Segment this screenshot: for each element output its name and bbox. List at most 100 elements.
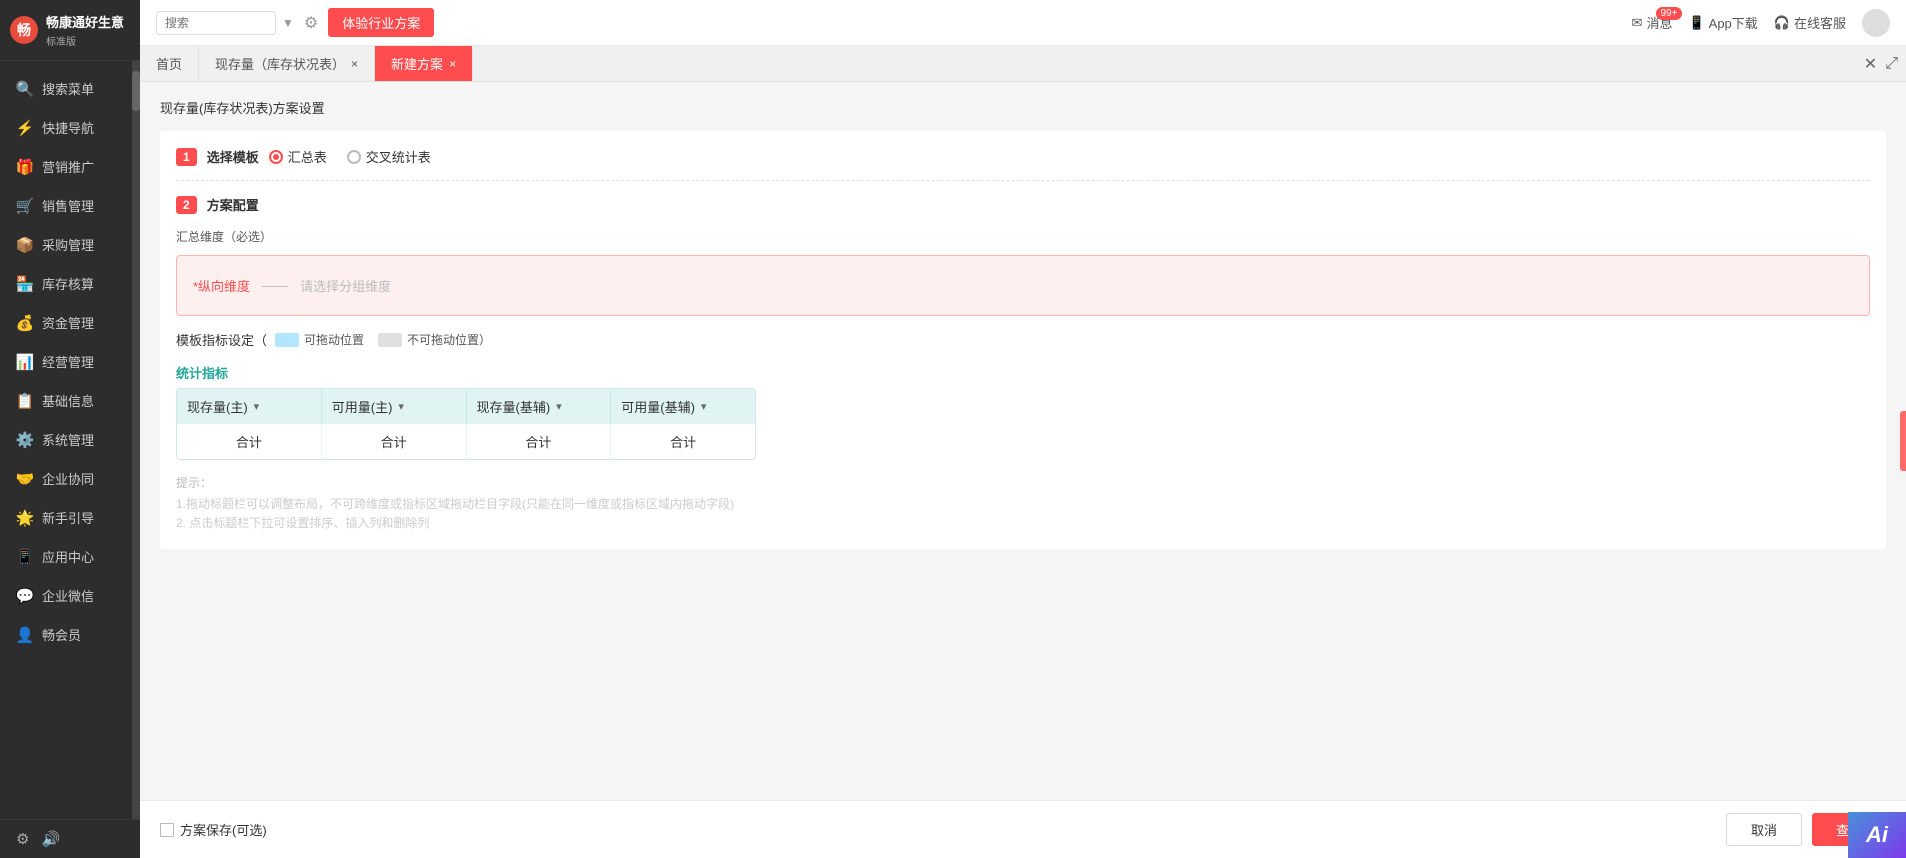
col-1-chevron-icon[interactable]: ▾	[398, 400, 404, 413]
sidebar-item-app-center[interactable]: 📱 应用中心	[0, 537, 132, 576]
money-icon: 💰	[16, 314, 34, 332]
step2-header: 2 方案配置	[176, 195, 1870, 214]
stats-table-body: 合计 合计 合计 合计	[177, 424, 755, 459]
sidebar-item-label: 资金管理	[42, 313, 94, 332]
sidebar-scrollbar[interactable]	[132, 61, 140, 819]
search-icon: 🔍	[16, 80, 34, 98]
cancel-button[interactable]: 取消	[1726, 813, 1802, 846]
tab-inventory-label: 现存量（库存状况表）	[215, 54, 345, 73]
sidebar-item-quick-nav[interactable]: ⚡ 快捷导航	[0, 108, 132, 147]
dimension-box[interactable]: *纵向维度 —— 请选择分组维度	[176, 255, 1870, 316]
tabbar: 首页 现存量（库存状况表） × 新建方案 × ✕ ⤢	[140, 46, 1906, 82]
tab-inventory-close-icon[interactable]: ×	[351, 57, 358, 71]
tab-new-plan-close-icon[interactable]: ×	[449, 57, 456, 71]
sidebar-item-purchase[interactable]: 📦 采购管理	[0, 225, 132, 264]
messages-btn[interactable]: ✉ 消息 99+	[1632, 13, 1673, 32]
save-option: 方案保存(可选)	[160, 820, 267, 839]
sidebar-item-enterprise[interactable]: 🤝 企业协同	[0, 459, 132, 498]
radio-summary-circle	[269, 150, 283, 164]
sidebar-item-operations[interactable]: 📊 经营管理	[0, 342, 132, 381]
radio-summary[interactable]: 汇总表	[269, 147, 327, 166]
radio-crosstab-circle	[347, 150, 361, 164]
template-radio-group: 汇总表 交叉统计表	[269, 147, 431, 166]
gift-icon: 🎁	[16, 158, 34, 176]
sidebar-item-label: 营销推广	[42, 157, 94, 176]
stats-table: 现存量(主) ▾ 可用量(主) ▾ 现存量(基辅) ▾ 可用量(基辅)	[176, 388, 756, 460]
sidebar-item-basic-info[interactable]: 📋 基础信息	[0, 381, 132, 420]
sidebar-item-label: 基础信息	[42, 391, 94, 410]
settings-bottom-icon[interactable]: ⚙	[16, 830, 29, 848]
tab-new-plan-label: 新建方案	[391, 54, 443, 73]
save-option-label: 方案保存(可选)	[180, 820, 267, 839]
sidebar-item-label: 销售管理	[42, 196, 94, 215]
sidebar-item-inventory[interactable]: 🏪 库存核算	[0, 264, 132, 303]
col-body-0: 合计	[177, 424, 322, 459]
nondraggable-box	[378, 333, 402, 347]
sidebar-item-wechat[interactable]: 💬 企业微信	[0, 576, 132, 615]
tip-item-1: 2. 点击标题栏下拉可设置排序、插入列和删除列	[176, 514, 1870, 531]
app-download-label: App下载	[1709, 13, 1758, 32]
chart-icon: 📊	[16, 353, 34, 371]
sidebar-item-finance[interactable]: 💰 资金管理	[0, 303, 132, 342]
gear-icon: ⚙️	[16, 431, 34, 449]
col-header-0[interactable]: 现存量(主) ▾	[177, 389, 322, 424]
tabbar-close-icon[interactable]: ✕	[1864, 54, 1877, 74]
col-header-2-label: 现存量(基辅)	[477, 397, 551, 416]
online-service-btn[interactable]: 🎧 在线客服	[1774, 13, 1846, 32]
tab-home[interactable]: 首页	[140, 46, 199, 81]
quick-nav-icon: ⚡	[16, 119, 34, 137]
topbar-gear-icon[interactable]: ⚙	[304, 13, 318, 33]
sidebar-item-search[interactable]: 🔍 搜索菜单	[0, 69, 132, 108]
app-download-btn[interactable]: 📱 App下载	[1688, 13, 1757, 32]
user-icon: 👤	[16, 626, 34, 644]
user-avatar[interactable]	[1862, 9, 1890, 37]
sidebar-item-label: 企业微信	[42, 586, 94, 605]
search-input[interactable]	[156, 11, 276, 35]
sidebar-scrollbar-thumb[interactable]	[132, 71, 140, 111]
headset-icon: 🎧	[1774, 15, 1790, 31]
sidebar-item-label: 库存核算	[42, 274, 94, 293]
legend-nondraggable-label: 不可拖动位置）	[407, 331, 491, 348]
tab-inventory[interactable]: 现存量（库存状况表） ×	[199, 46, 375, 81]
indicator-settings-label: 模板指标设定（ 可拖动位置 不可拖动位置）	[176, 330, 1870, 349]
sidebar-nav: 🔍 搜索菜单 ⚡ 快捷导航 🎁 营销推广 🛒 销售管理 📦 采购管理 🏪	[0, 61, 132, 819]
footer-bar: 方案保存(可选) 取消 查询	[140, 800, 1906, 858]
col-body-3: 合计	[611, 424, 755, 459]
step2-badge: 2	[176, 196, 197, 214]
chat-icon: 💬	[16, 587, 34, 605]
col-header-1-label: 可用量(主)	[332, 397, 393, 416]
sidebar-item-member[interactable]: 👤 畅会员	[0, 615, 132, 654]
sidebar-item-marketing[interactable]: 🎁 营销推广	[0, 147, 132, 186]
dimension-placeholder: 请选择分组维度	[300, 276, 391, 295]
col-0-chevron-icon[interactable]: ▾	[254, 400, 260, 413]
tabbar-expand-icon[interactable]: ⤢	[1885, 55, 1898, 73]
col-header-2[interactable]: 现存量(基辅) ▾	[467, 389, 612, 424]
trial-btn[interactable]: 体验行业方案	[328, 8, 434, 37]
col-3-chevron-icon[interactable]: ▾	[701, 400, 707, 413]
star-icon: 🌟	[16, 509, 34, 527]
stats-table-header: 现存量(主) ▾ 可用量(主) ▾ 现存量(基辅) ▾ 可用量(基辅)	[177, 389, 755, 424]
topbar: ▼ ⚙ 体验行业方案 ✉ 消息 99+ 📱 App下载 🎧 在线客服	[140, 0, 1906, 46]
save-checkbox[interactable]	[160, 823, 174, 837]
indicator-legend: 可拖动位置 不可拖动位置）	[275, 331, 491, 348]
online-service-label: 在线客服	[1794, 13, 1846, 32]
sound-icon[interactable]: 🔊	[41, 830, 60, 848]
sidebar: 畅 畅康通好生意 标准版 🔍 搜索菜单 ⚡ 快捷导航 🎁 营销推广 🛒 销	[0, 0, 140, 858]
radio-crosstab[interactable]: 交叉统计表	[347, 147, 431, 166]
search-chevron-icon[interactable]: ▼	[282, 16, 294, 30]
sidebar-item-system[interactable]: ⚙️ 系统管理	[0, 420, 132, 459]
sidebar-item-sales[interactable]: 🛒 销售管理	[0, 186, 132, 225]
sidebar-item-newbie[interactable]: 🌟 新手引导	[0, 498, 132, 537]
tab-new-plan[interactable]: 新建方案 ×	[375, 46, 473, 81]
ai-badge: Ai	[1848, 812, 1906, 858]
topbar-right: ✉ 消息 99+ 📱 App下载 🎧 在线客服	[1632, 9, 1890, 37]
col-2-chevron-icon[interactable]: ▾	[556, 400, 562, 413]
tip-item-0: 1.拖动标题栏可以调整布局，不可跨维度或指标区域拖动栏目字段(只能在同一维度或指…	[176, 495, 1870, 512]
col-header-1[interactable]: 可用量(主) ▾	[322, 389, 467, 424]
col-body-2: 合计	[467, 424, 612, 459]
draggable-box	[275, 333, 299, 347]
dimension-required-mark: *纵向维度	[193, 276, 250, 295]
download-icon: 📱	[1688, 15, 1704, 31]
step1-header: 1 选择模板 汇总表 交叉统计表	[176, 147, 1870, 166]
col-header-3[interactable]: 可用量(基辅) ▾	[611, 389, 755, 424]
